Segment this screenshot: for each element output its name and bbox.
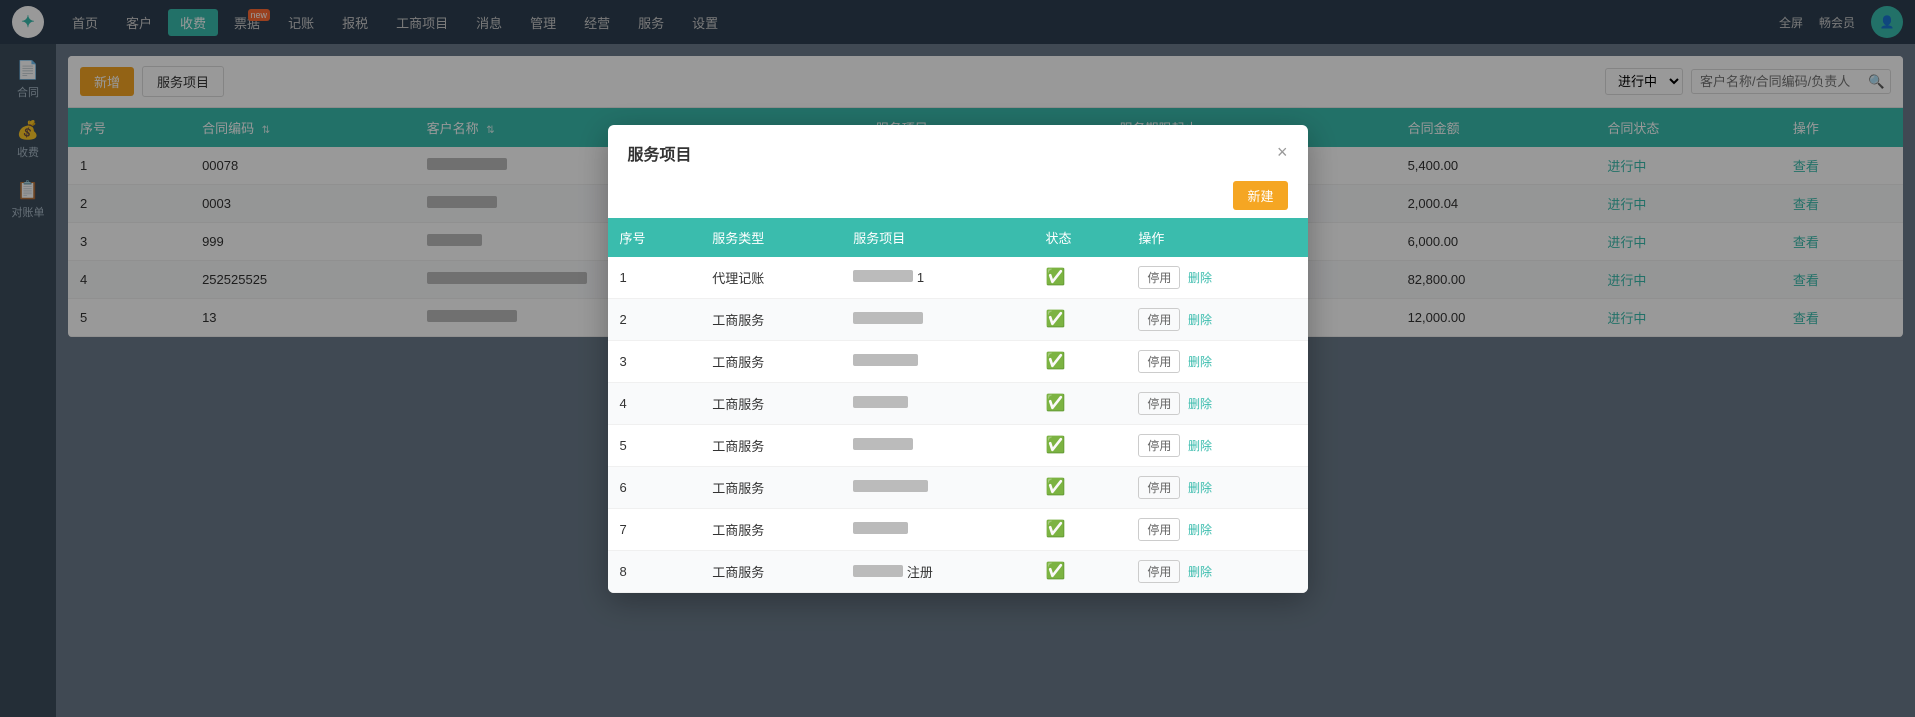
modal-new-button[interactable]: 新建	[1233, 181, 1287, 210]
modal-row-type: 工商服务	[700, 382, 841, 424]
active-icon: ✅	[1046, 311, 1066, 328]
modal-row-status: ✅	[1034, 382, 1127, 424]
modal-row-status: ✅	[1034, 508, 1127, 550]
modal-row-status: ✅	[1034, 424, 1127, 466]
content-area: 新增 服务项目 进行中 已完成 已取消 🔍	[56, 44, 1915, 717]
modal-col-seq: 序号	[608, 218, 701, 257]
modal-overlay[interactable]: 服务项目 × 新建 序号 服务类型 服务项目 状态	[56, 44, 1915, 717]
list-item: 8 工商服务 注册 ✅ 停用 删除	[608, 550, 1308, 592]
modal-row-seq: 3	[608, 340, 701, 382]
list-item: 3 工商服务 ✅ 停用 删除	[608, 340, 1308, 382]
stop-button[interactable]: 停用	[1138, 560, 1180, 583]
modal-row-seq: 5	[608, 424, 701, 466]
modal-row-action: 停用 删除	[1126, 424, 1307, 466]
modal-row-action: 停用 删除	[1126, 298, 1307, 340]
modal-row-seq: 4	[608, 382, 701, 424]
active-icon: ✅	[1046, 437, 1066, 454]
active-icon: ✅	[1046, 395, 1066, 412]
modal-row-action: 停用 删除	[1126, 382, 1307, 424]
modal-row-item	[841, 508, 1033, 550]
service-item-modal: 服务项目 × 新建 序号 服务类型 服务项目 状态	[608, 125, 1308, 593]
modal-row-item	[841, 466, 1033, 508]
active-icon: ✅	[1046, 269, 1066, 286]
list-item: 2 工商服务 ✅ 停用 删除	[608, 298, 1308, 340]
modal-col-status: 状态	[1034, 218, 1127, 257]
modal-row-status: ✅	[1034, 550, 1127, 592]
modal-row-status: ✅	[1034, 466, 1127, 508]
modal-row-seq: 6	[608, 466, 701, 508]
delete-button[interactable]: 删除	[1188, 311, 1212, 328]
modal-row-type: 工商服务	[700, 508, 841, 550]
modal-col-type: 服务类型	[700, 218, 841, 257]
modal-row-type: 工商服务	[700, 340, 841, 382]
service-item-table: 序号 服务类型 服务项目 状态 操作 1 代理记账 1	[608, 218, 1308, 593]
stop-button[interactable]: 停用	[1138, 308, 1180, 331]
modal-title: 服务项目	[628, 141, 692, 165]
list-item: 7 工商服务 ✅ 停用 删除	[608, 508, 1308, 550]
modal-row-action: 停用 删除	[1126, 257, 1307, 299]
active-icon: ✅	[1046, 521, 1066, 538]
modal-table-body: 1 代理记账 1 ✅ 停用 删除 2	[608, 257, 1308, 593]
modal-row-type: 工商服务	[700, 424, 841, 466]
modal-close-button[interactable]: ×	[1277, 142, 1288, 163]
modal-toolbar: 新建	[608, 173, 1308, 218]
main-layout: 📄 合同 💰 收费 📋 对账单 新增 服务项目 进行中 已完成 已取消	[0, 44, 1915, 717]
modal-col-item: 服务项目	[841, 218, 1033, 257]
active-icon: ✅	[1046, 353, 1066, 370]
stop-button[interactable]: 停用	[1138, 476, 1180, 499]
stop-button[interactable]: 停用	[1138, 350, 1180, 373]
modal-row-seq: 1	[608, 257, 701, 299]
delete-button[interactable]: 删除	[1188, 437, 1212, 454]
modal-table-head: 序号 服务类型 服务项目 状态 操作	[608, 218, 1308, 257]
modal-row-seq: 7	[608, 508, 701, 550]
modal-row-status: ✅	[1034, 257, 1127, 299]
modal-row-seq: 2	[608, 298, 701, 340]
delete-button[interactable]: 删除	[1188, 395, 1212, 412]
delete-button[interactable]: 删除	[1188, 479, 1212, 496]
modal-row-seq: 8	[608, 550, 701, 592]
modal-row-item	[841, 298, 1033, 340]
list-item: 6 工商服务 ✅ 停用 删除	[608, 466, 1308, 508]
modal-row-action: 停用 删除	[1126, 550, 1307, 592]
modal-row-item	[841, 382, 1033, 424]
delete-button[interactable]: 删除	[1188, 269, 1212, 286]
modal-row-type: 代理记账	[700, 257, 841, 299]
modal-row-item: 注册	[841, 550, 1033, 592]
modal-row-item	[841, 424, 1033, 466]
modal-row-status: ✅	[1034, 298, 1127, 340]
delete-button[interactable]: 删除	[1188, 353, 1212, 370]
modal-col-action: 操作	[1126, 218, 1307, 257]
modal-body: 序号 服务类型 服务项目 状态 操作 1 代理记账 1	[608, 218, 1308, 593]
delete-button[interactable]: 删除	[1188, 521, 1212, 538]
modal-row-action: 停用 删除	[1126, 466, 1307, 508]
modal-row-action: 停用 删除	[1126, 508, 1307, 550]
modal-row-type: 工商服务	[700, 550, 841, 592]
list-item: 5 工商服务 ✅ 停用 删除	[608, 424, 1308, 466]
modal-row-type: 工商服务	[700, 298, 841, 340]
modal-row-item	[841, 340, 1033, 382]
modal-row-item: 1	[841, 257, 1033, 299]
modal-header: 服务项目 ×	[608, 125, 1308, 173]
stop-button[interactable]: 停用	[1138, 266, 1180, 289]
active-icon: ✅	[1046, 563, 1066, 580]
stop-button[interactable]: 停用	[1138, 392, 1180, 415]
stop-button[interactable]: 停用	[1138, 434, 1180, 457]
list-item: 4 工商服务 ✅ 停用 删除	[608, 382, 1308, 424]
list-item: 1 代理记账 1 ✅ 停用 删除	[608, 257, 1308, 299]
active-icon: ✅	[1046, 479, 1066, 496]
modal-row-status: ✅	[1034, 340, 1127, 382]
modal-row-action: 停用 删除	[1126, 340, 1307, 382]
modal-row-type: 工商服务	[700, 466, 841, 508]
stop-button[interactable]: 停用	[1138, 518, 1180, 541]
delete-button[interactable]: 删除	[1188, 563, 1212, 580]
